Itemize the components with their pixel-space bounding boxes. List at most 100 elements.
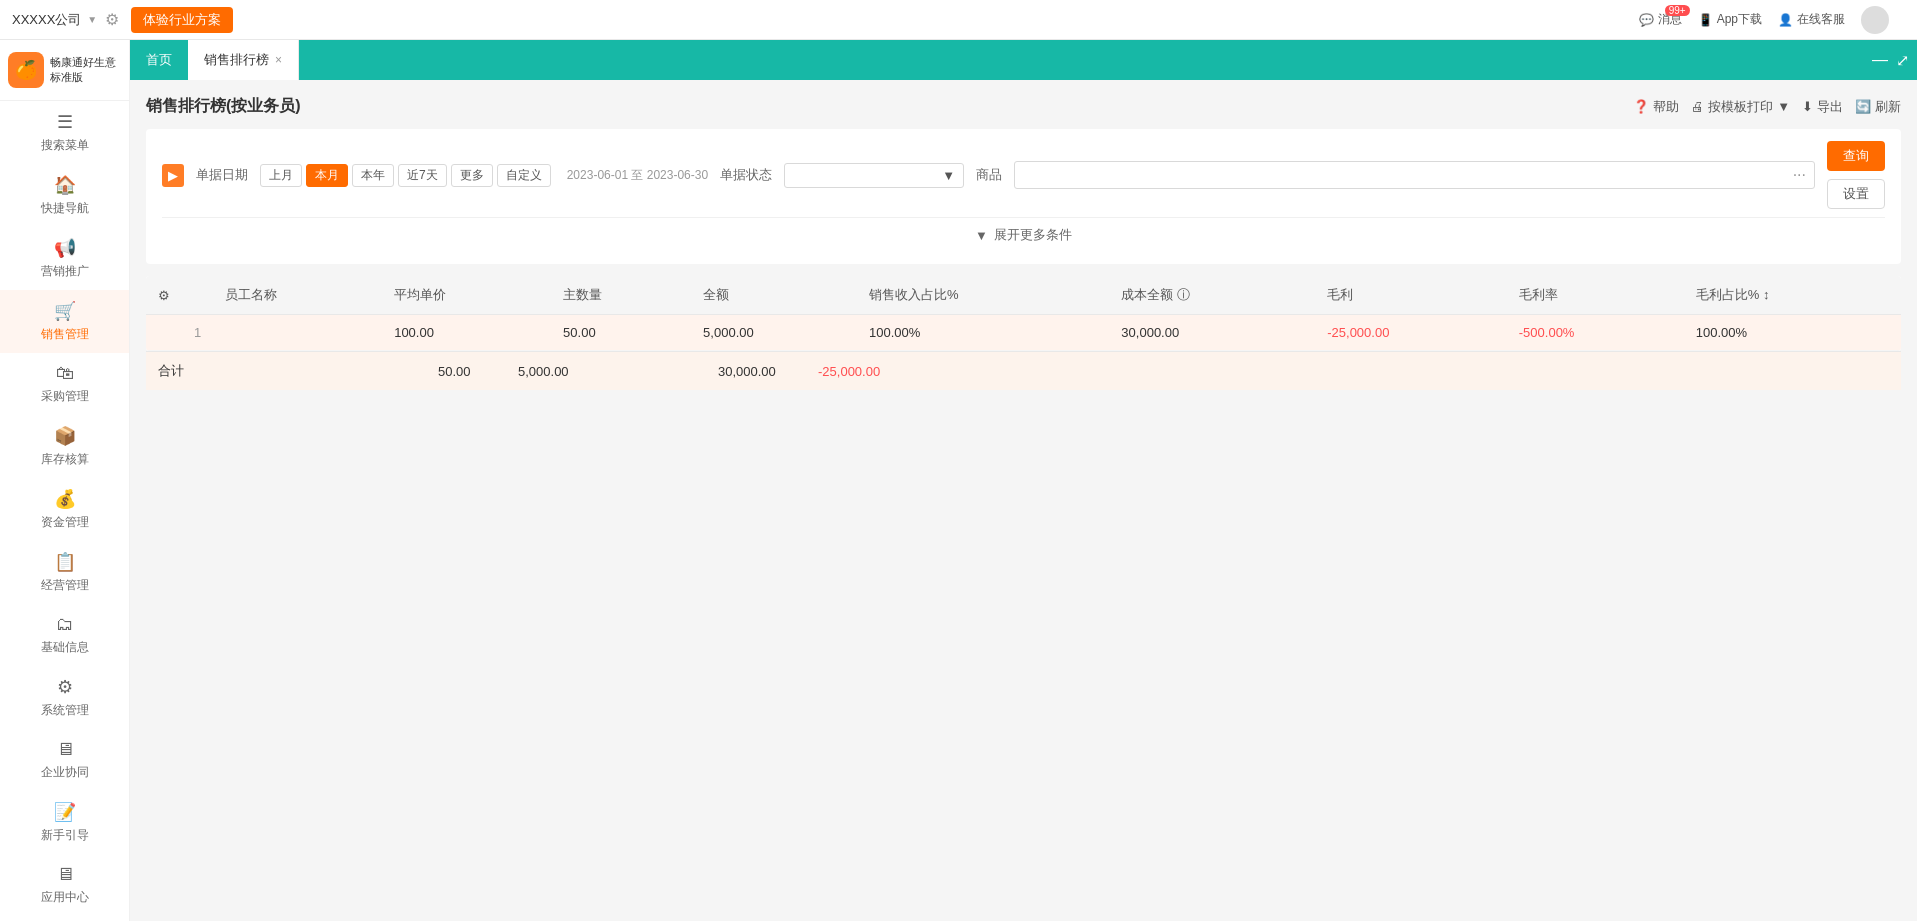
logo-text: 畅康通好生意 标准版	[50, 55, 116, 86]
date-more-btn[interactable]: 更多	[451, 164, 493, 187]
sidebar-item-sales[interactable]: 🛒 销售管理	[0, 290, 129, 353]
sidebar-item-operations[interactable]: 📋 经营管理	[0, 541, 129, 604]
table-row: 1 100.00 50.00 5,000.00 100.00% 30,000.0…	[146, 315, 1901, 351]
logo-area: 🍊 畅康通好生意 标准版	[0, 40, 129, 101]
cell-settings	[146, 315, 182, 351]
expand-more-btn[interactable]: ▼ 展开更多条件	[162, 217, 1885, 252]
footer-label: 合计	[158, 362, 238, 380]
page-actions: ❓ 帮助 🖨 按模板打印 ▼ ⬇ 导出 🔄 刷新	[1633, 98, 1901, 116]
col-profit: 毛利	[1315, 276, 1507, 315]
sidebar-item-purchase[interactable]: 🛍 采购管理	[0, 353, 129, 415]
date-last7-btn[interactable]: 近7天	[398, 164, 447, 187]
inventory-icon: 📦	[54, 425, 76, 447]
date-range: 2023-06-01 至 2023-06-30	[567, 167, 708, 184]
goods-label: 商品	[976, 166, 1002, 184]
date-this-month-btn[interactable]: 本月	[306, 164, 348, 187]
goods-input[interactable]: ···	[1014, 161, 1815, 189]
sidebar-item-apps[interactable]: 🖥 应用中心	[0, 854, 129, 916]
main-layout: 🍊 畅康通好生意 标准版 ☰ 搜索菜单 🏠 快捷导航 📢 营销推广 🛒 销售管理…	[0, 40, 1917, 921]
table-footer: 合计 50.00 5,000.00 30,000.00 -25,000.00	[146, 351, 1901, 390]
cell-main-qty: 50.00	[551, 315, 691, 351]
download-icon: 📱	[1698, 13, 1713, 27]
sidebar-item-marketing[interactable]: 📢 营销推广	[0, 227, 129, 290]
print-icon: 🖨	[1691, 99, 1704, 114]
sidebar-item-search[interactable]: ☰ 搜索菜单	[0, 101, 129, 164]
sidebar-item-wechat[interactable]: 💬 企业微信	[0, 916, 129, 921]
page-title: 销售排行榜(按业务员)	[146, 96, 301, 117]
date-custom-btn[interactable]: 自定义	[497, 164, 551, 187]
sidebar-item-basics[interactable]: 🗂 基础信息	[0, 604, 129, 666]
print-btn[interactable]: 🖨 按模板打印 ▼	[1691, 98, 1790, 116]
collab-icon: 🖥	[56, 739, 74, 760]
sidebar-item-finance[interactable]: 💰 资金管理	[0, 478, 129, 541]
cell-avg-price: 100.00	[382, 315, 551, 351]
message-btn[interactable]: 💬 消息 99+	[1639, 11, 1682, 28]
guide-icon: 📝	[54, 801, 76, 823]
basics-icon: 🗂	[56, 614, 74, 635]
tab-home[interactable]: 首页	[130, 40, 188, 80]
help-icon: ❓	[1633, 99, 1649, 114]
date-this-year-btn[interactable]: 本年	[352, 164, 394, 187]
tab-expand-btn[interactable]: ⤢	[1896, 51, 1909, 70]
export-btn[interactable]: ⬇ 导出	[1802, 98, 1843, 116]
page-header: 销售排行榜(按业务员) ❓ 帮助 🖨 按模板打印 ▼ ⬇ 导出	[146, 96, 1901, 117]
top-bar: XXXXX公司 ▼ ⚙ 体验行业方案 💬 消息 99+ 📱 App下载 👤 在线…	[0, 0, 1917, 40]
tab-bar: 首页 销售排行榜 × — ⤢	[130, 40, 1917, 80]
sidebar-item-inventory[interactable]: 📦 库存核算	[0, 415, 129, 478]
footer-amount: 5,000.00	[518, 364, 618, 379]
sidebar-item-guide[interactable]: 📝 新手引导	[0, 791, 129, 854]
logo-icon: 🍊	[8, 52, 44, 88]
tab-close-icon[interactable]: ×	[275, 53, 282, 67]
tab-minimize-btn[interactable]: —	[1872, 51, 1888, 69]
date-last-month-btn[interactable]: 上月	[260, 164, 302, 187]
filter-dots-icon: ···	[1793, 166, 1806, 184]
company-name: XXXXX公司	[12, 11, 81, 29]
cell-amount: 5,000.00	[691, 315, 857, 351]
footer-profit: -25,000.00	[818, 364, 918, 379]
refresh-btn[interactable]: 🔄 刷新	[1855, 98, 1901, 116]
content-area: 首页 销售排行榜 × — ⤢ 销售排行榜(按业务员) ❓ 帮助	[130, 40, 1917, 921]
filter-toggle-btn[interactable]: ▶	[162, 164, 184, 187]
status-chevron-icon: ▼	[942, 168, 955, 183]
col-rank	[182, 276, 213, 315]
operations-icon: 📋	[54, 551, 76, 573]
help-btn[interactable]: ❓ 帮助	[1633, 98, 1679, 116]
footer-main-qty: 50.00	[438, 364, 518, 379]
table-header: ⚙ 员工名称 平均单价 主数量 全额 销售收入占比% 成本全额 ⓘ 毛利 毛利率…	[146, 276, 1901, 315]
sidebar-item-collab[interactable]: 🖥 企业协同	[0, 729, 129, 791]
table-section: ⚙ 员工名称 平均单价 主数量 全额 销售收入占比% 成本全额 ⓘ 毛利 毛利率…	[146, 276, 1901, 351]
query-area: 查询 设置	[1827, 141, 1885, 209]
home-icon: 🏠	[54, 174, 76, 196]
print-chevron-icon: ▼	[1777, 99, 1790, 114]
status-select[interactable]: ▼	[784, 163, 964, 188]
finance-icon: 💰	[54, 488, 76, 510]
filter-section: ▶ 单据日期 上月 本月 本年 近7天 更多 自定义 2023-06-01 至 …	[146, 129, 1901, 264]
refresh-icon: 🔄	[1855, 99, 1871, 114]
col-amount: 全额	[691, 276, 857, 315]
setting-button[interactable]: 设置	[1827, 179, 1885, 209]
col-avg-price: 平均单价	[382, 276, 551, 315]
company-selector[interactable]: XXXXX公司 ▼	[12, 11, 97, 29]
data-table: ⚙ 员工名称 平均单价 主数量 全额 销售收入占比% 成本全额 ⓘ 毛利 毛利率…	[146, 276, 1901, 351]
col-settings[interactable]: ⚙	[146, 276, 182, 315]
cell-name	[213, 315, 382, 351]
avatar[interactable]	[1861, 6, 1889, 34]
cell-profit: -25,000.00	[1315, 315, 1507, 351]
app-download-btn[interactable]: 📱 App下载	[1698, 11, 1762, 28]
cell-profit-pct: 100.00%	[1684, 315, 1901, 351]
online-service-btn[interactable]: 👤 在线客服	[1778, 11, 1845, 28]
query-button[interactable]: 查询	[1827, 141, 1885, 171]
cell-cost: 30,000.00	[1109, 315, 1315, 351]
message-icon: 💬	[1639, 13, 1654, 27]
chevron-down-expand-icon: ▼	[975, 228, 988, 243]
footer-cost: 30,000.00	[718, 364, 818, 379]
sidebar-item-system[interactable]: ⚙ 系统管理	[0, 666, 129, 729]
settings-icon[interactable]: ⚙	[105, 10, 119, 29]
col-profit-rate: 毛利率	[1507, 276, 1684, 315]
purchase-icon: 🛍	[56, 363, 74, 384]
system-icon: ⚙	[57, 676, 73, 698]
top-right-actions: 💬 消息 99+ 📱 App下载 👤 在线客服	[1639, 6, 1905, 34]
tab-sales-ranking[interactable]: 销售排行榜 ×	[188, 40, 299, 80]
trial-button[interactable]: 体验行业方案	[131, 7, 233, 33]
sidebar-item-nav[interactable]: 🏠 快捷导航	[0, 164, 129, 227]
